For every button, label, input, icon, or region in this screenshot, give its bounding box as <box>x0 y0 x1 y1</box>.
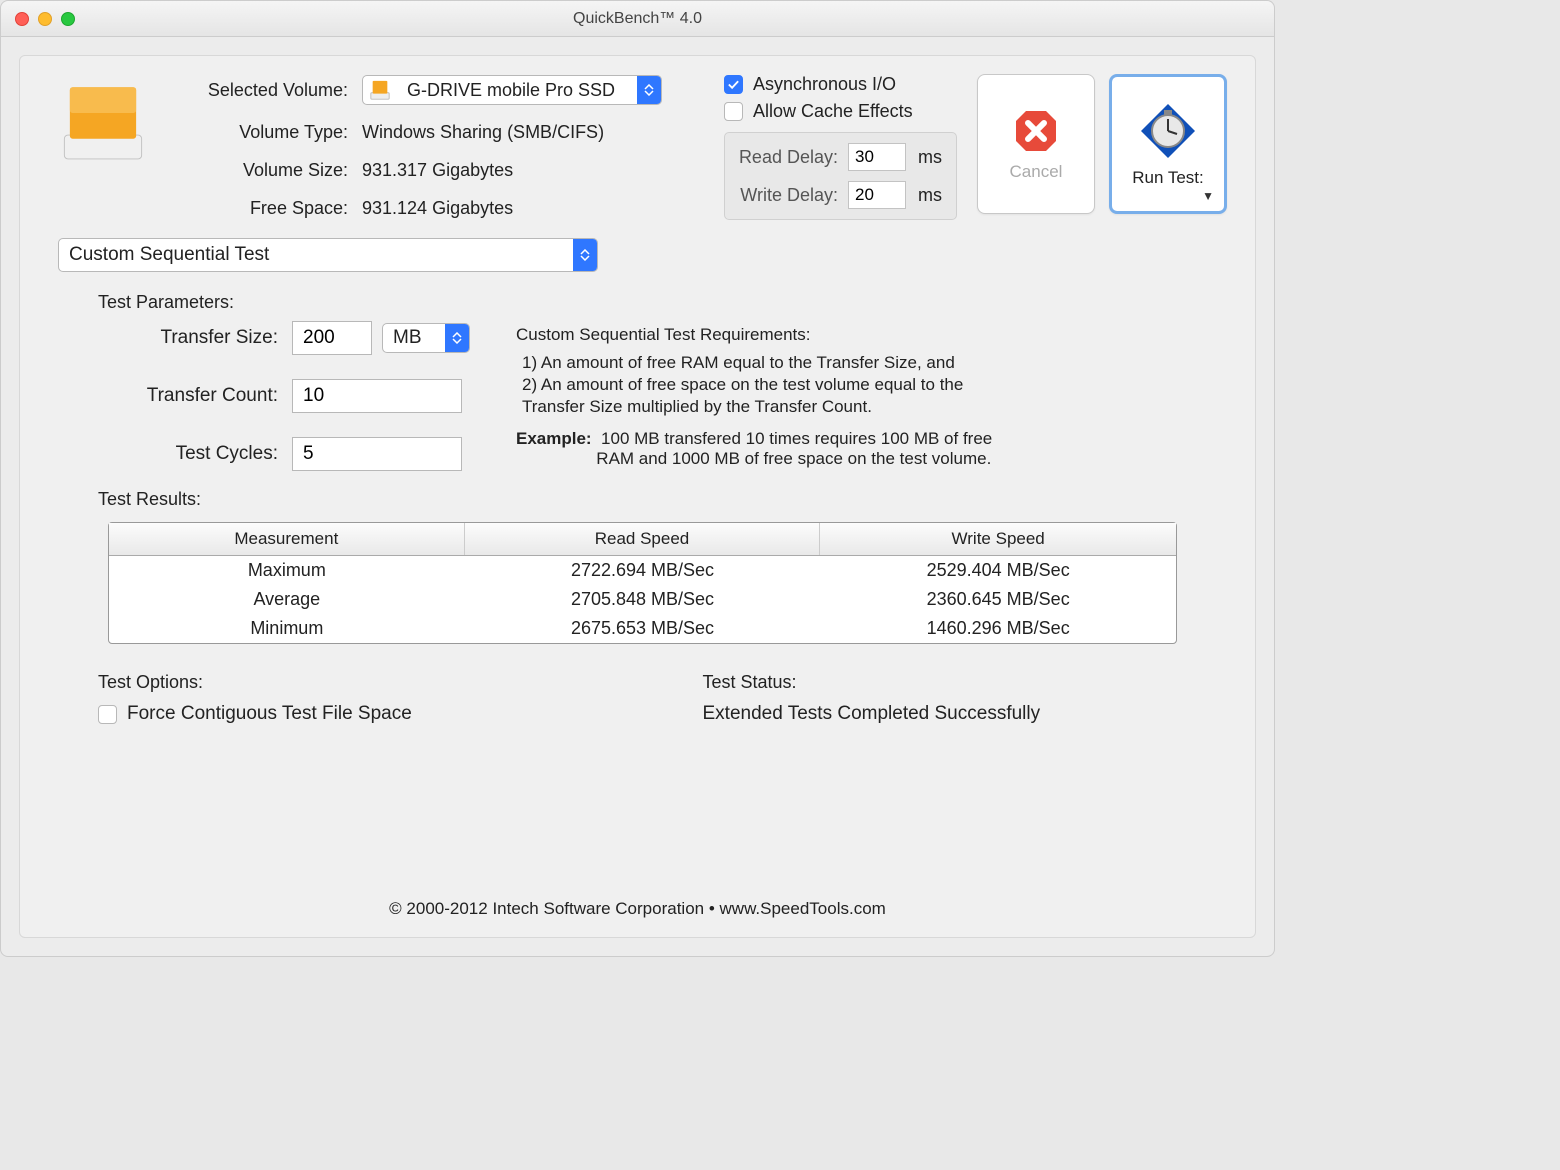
table-row: Maximum 2722.694 MB/Sec 2529.404 MB/Sec <box>109 556 1176 585</box>
delay-box: Read Delay: ms Write Delay: ms <box>724 132 957 220</box>
col-measurement: Measurement <box>109 523 465 555</box>
cancel-icon <box>1011 106 1061 156</box>
force-contiguous-label: Force Contiguous Test File Space <box>127 703 412 725</box>
volume-type-value: Windows Sharing (SMB/CIFS) <box>362 122 662 143</box>
free-space-value: 931.124 Gigabytes <box>362 198 662 219</box>
test-status-text: Extended Tests Completed Successfully <box>703 703 1228 725</box>
test-type-text: Custom Sequential Test <box>59 244 573 266</box>
volume-type-label: Volume Type: <box>178 122 348 143</box>
transfer-size-input[interactable] <box>292 321 372 355</box>
window-title: QuickBench™ 4.0 <box>1 10 1274 28</box>
write-delay-input[interactable] <box>848 181 906 209</box>
main-panel: Selected Volume: G-DRIVE mobile Pro SSD <box>19 55 1256 938</box>
read-delay-input[interactable] <box>848 143 906 171</box>
cancel-button[interactable]: Cancel <box>977 74 1095 214</box>
run-test-label: Run Test: <box>1132 168 1204 188</box>
titlebar: QuickBench™ 4.0 <box>1 1 1274 37</box>
transfer-unit-text: MB <box>383 327 445 349</box>
cache-effects-label: Allow Cache Effects <box>753 101 913 122</box>
cancel-label: Cancel <box>1010 162 1063 182</box>
col-write-speed: Write Speed <box>820 523 1176 555</box>
transfer-size-label: Transfer Size: <box>108 327 278 349</box>
test-parameters-label: Test Parameters: <box>98 292 1227 313</box>
transfer-count-input[interactable] <box>292 379 462 413</box>
volume-select[interactable]: G-DRIVE mobile Pro SSD <box>362 75 662 105</box>
read-delay-unit: ms <box>918 147 942 168</box>
transfer-unit-select[interactable]: MB <box>382 323 470 353</box>
run-test-button[interactable]: Run Test: ▼ <box>1109 74 1227 214</box>
col-read-speed: Read Speed <box>465 523 821 555</box>
async-io-checkbox[interactable] <box>724 75 743 94</box>
test-status-label: Test Status: <box>703 672 1228 693</box>
test-results-label: Test Results: <box>98 489 1227 510</box>
async-io-label: Asynchronous I/O <box>753 74 896 95</box>
volume-size-value: 931.317 Gigabytes <box>362 160 662 181</box>
app-window: QuickBench™ 4.0 Selected Volume: <box>0 0 1275 957</box>
transfer-count-label: Transfer Count: <box>108 385 278 407</box>
test-cycles-label: Test Cycles: <box>108 443 278 465</box>
cache-effects-checkbox[interactable] <box>724 102 743 121</box>
test-type-select[interactable]: Custom Sequential Test <box>58 238 598 272</box>
dropdown-arrows-icon <box>573 239 597 271</box>
volume-size-label: Volume Size: <box>178 160 348 181</box>
io-options: Asynchronous I/O Allow Cache Effects Rea… <box>724 74 957 220</box>
force-contiguous-checkbox[interactable] <box>98 705 117 724</box>
requirements-text: Custom Sequential Test Requirements: 1) … <box>516 321 1227 471</box>
test-cycles-input[interactable] <box>292 437 462 471</box>
write-delay-label: Write Delay: <box>739 185 838 206</box>
test-parameters: Transfer Size: MB Transfer Count: <box>108 321 486 471</box>
selected-volume-label: Selected Volume: <box>178 80 348 101</box>
table-row: Minimum 2675.653 MB/Sec 1460.296 MB/Sec <box>109 614 1176 643</box>
results-table: Measurement Read Speed Write Speed Maxim… <box>108 522 1177 644</box>
dropdown-arrows-icon <box>445 324 469 352</box>
volume-info: Selected Volume: G-DRIVE mobile Pro SSD <box>178 74 662 220</box>
read-delay-label: Read Delay: <box>739 147 838 168</box>
test-options-label: Test Options: <box>98 672 623 693</box>
run-test-icon <box>1137 100 1199 162</box>
free-space-label: Free Space: <box>178 198 348 219</box>
dropdown-arrows-icon <box>637 76 661 104</box>
footer-text: © 2000-2012 Intech Software Corporation … <box>48 887 1227 919</box>
chevron-down-icon: ▼ <box>1202 189 1214 203</box>
write-delay-unit: ms <box>918 185 942 206</box>
table-row: Average 2705.848 MB/Sec 2360.645 MB/Sec <box>109 585 1176 614</box>
volume-select-text: G-DRIVE mobile Pro SSD <box>397 80 631 101</box>
drive-icon <box>48 74 158 220</box>
